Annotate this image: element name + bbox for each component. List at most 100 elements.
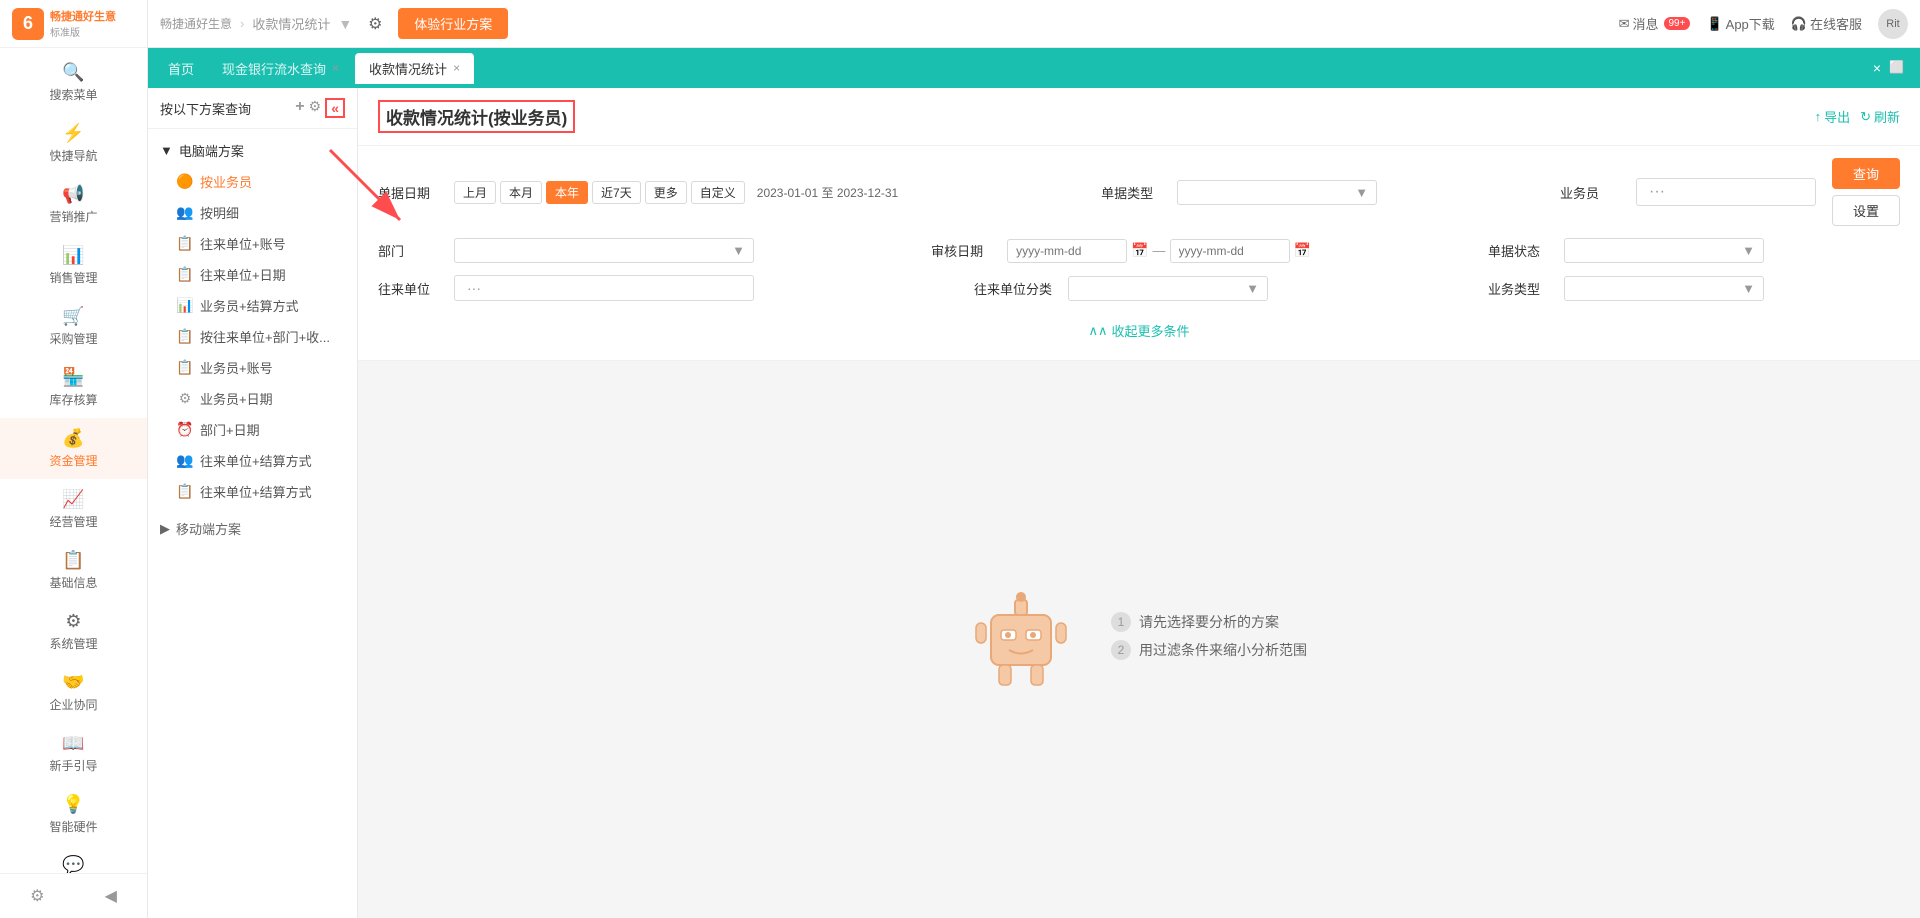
scheme-item-unit-settlement1[interactable]: 👥 往来单位+结算方式 (148, 445, 357, 476)
salesperson-more-icon[interactable]: ··· (1649, 183, 1665, 201)
settings-footer-btn[interactable]: ⚙ (30, 886, 44, 906)
topbar-icons: ✉ 消息 99+ 📱 App下载 🎧 在线客服 Rit (1619, 9, 1908, 39)
basic-info-icon: 📋 (62, 550, 84, 571)
biz-type-arrow: ▼ (1742, 281, 1755, 296)
dept-select[interactable]: ▼ (454, 238, 754, 263)
filter-row-3: 往来单位 ··· 往来单位分类 ▼ 业务类型 (378, 275, 1900, 301)
sidebar-item-quick-nav[interactable]: ⚡ 快捷导航 (0, 113, 147, 174)
enterprise-icon: 🤝 (62, 672, 84, 693)
sidebar-item-sales[interactable]: 📊 销售管理 (0, 235, 147, 296)
message-btn[interactable]: ✉ 消息 99+ (1619, 14, 1691, 33)
sidebar-item-purchase[interactable]: 🛒 采购管理 (0, 296, 147, 357)
scheme-item-salesperson-date[interactable]: ⚙ 业务员+日期 (148, 383, 357, 414)
user-avatar[interactable]: Rit (1878, 9, 1908, 39)
collapse-filter-btn[interactable]: ∧∧ 收起更多条件 (378, 313, 1900, 348)
tab-collection-close[interactable]: × (453, 61, 460, 75)
biz-type-label: 业务类型 (1488, 279, 1548, 298)
sidebar-item-wechat[interactable]: 💬 企业微信 (0, 845, 147, 873)
date-btn-last-month[interactable]: 上月 (454, 181, 496, 204)
calendar-icon-to: 📅 (1294, 242, 1311, 259)
window-max-btn[interactable]: ⬜ (1889, 60, 1904, 76)
sidebar-item-system[interactable]: ⚙ 系统管理 (0, 601, 147, 662)
scheme-unit-date-icon: 📋 (176, 266, 194, 283)
online-service-btn[interactable]: 🎧 在线客服 (1791, 14, 1862, 33)
service-icon: 🎧 (1791, 16, 1807, 32)
filter-row-1: 单据日期 上月 本月 本年 近7天 更多 自定义 2023-01-01 至 20… (378, 158, 1900, 226)
sidebar-item-guide[interactable]: 📖 新手引导 (0, 723, 147, 784)
scheme-add-btn[interactable]: + (295, 98, 304, 118)
salesperson-select[interactable]: ··· (1636, 178, 1816, 206)
message-icon: ✉ (1619, 16, 1630, 32)
page-header-actions: ↑ 导出 ↻ 刷新 (1815, 107, 1900, 126)
sidebar-item-enterprise[interactable]: 🤝 企业协同 (0, 662, 147, 723)
scheme-mobile-group[interactable]: ▶ 移动端方案 (148, 513, 357, 544)
sidebar-item-operation[interactable]: 📈 经营管理 (0, 479, 147, 540)
operation-icon: 📈 (62, 489, 84, 510)
breadcrumb: 畅捷通好生意 (160, 15, 232, 32)
sidebar-item-marketing[interactable]: 📢 营销推广 (0, 174, 147, 235)
logo-icon: 6 (12, 8, 44, 40)
sidebar-item-basic-info[interactable]: 📋 基础信息 (0, 540, 147, 601)
window-close-btn[interactable]: × (1873, 60, 1881, 76)
review-date-label: 审核日期 (931, 241, 991, 260)
scheme-desktop-title[interactable]: ▼ 电脑端方案 (148, 135, 357, 166)
tab-bank-flow[interactable]: 现金银行流水查询 × (208, 53, 353, 84)
counter-party-more[interactable]: ··· (467, 280, 481, 296)
doc-status-label: 单据状态 (1488, 241, 1548, 260)
biz-type-select[interactable]: ▼ (1564, 276, 1764, 301)
scheme-item-unit-date[interactable]: 📋 往来单位+日期 (148, 259, 357, 290)
scheme-unit-settlement1-icon: 👥 (176, 452, 194, 469)
breadcrumb-dropdown[interactable]: ▼ (338, 16, 352, 32)
scheme-settings-btn[interactable]: ⚙ (309, 98, 322, 118)
tab-bank-flow-close[interactable]: × (332, 61, 339, 75)
robot-illustration (971, 585, 1071, 695)
counter-party-type-select[interactable]: ▼ (1068, 276, 1268, 301)
date-btn-more[interactable]: 更多 (645, 181, 687, 204)
purchase-icon: 🛒 (62, 306, 84, 327)
review-date-to[interactable] (1170, 239, 1290, 263)
content-area: 按以下方案查询 + ⚙ « ▼ 电脑端方案 🟠 按业务员 (148, 88, 1920, 918)
collapse-sidebar-btn[interactable]: ◀ (105, 886, 117, 906)
doc-status-select[interactable]: ▼ (1564, 238, 1764, 263)
scheme-item-salesperson[interactable]: 🟠 按业务员 (148, 166, 357, 197)
sidebar-item-hardware[interactable]: 💡 智能硬件 (0, 784, 147, 845)
scheme-collapse-btn[interactable]: « (325, 98, 345, 118)
doc-status-arrow: ▼ (1742, 243, 1755, 258)
scheme-item-salesperson-settlement[interactable]: 📊 业务员+结算方式 (148, 290, 357, 321)
sidebar-item-search[interactable]: 🔍 搜索菜单 (0, 52, 147, 113)
app-download-btn[interactable]: 📱 App下载 (1706, 14, 1774, 33)
review-date-from[interactable] (1007, 239, 1127, 263)
scheme-detail-icon: 👥 (176, 204, 194, 221)
settings-button[interactable]: 设置 (1832, 195, 1900, 226)
doc-type-select[interactable]: ▼ (1177, 180, 1377, 205)
scheme-item-detail[interactable]: 👥 按明细 (148, 197, 357, 228)
date-btn-custom[interactable]: 自定义 (691, 181, 745, 204)
refresh-btn[interactable]: ↻ 刷新 (1860, 107, 1900, 126)
tab-home[interactable]: 首页 (156, 53, 206, 84)
salesperson-label: 业务员 (1560, 183, 1620, 202)
logo-text: 畅捷通好生意 标准版 (50, 8, 116, 39)
date-btn-7days[interactable]: 近7天 (592, 181, 641, 204)
date-btn-this-month[interactable]: 本月 (500, 181, 542, 204)
sidebar-item-inventory[interactable]: 🏪 库存核算 (0, 357, 147, 418)
scheme-item-dept-date[interactable]: ⏰ 部门+日期 (148, 414, 357, 445)
export-btn[interactable]: ↑ 导出 (1815, 107, 1851, 126)
scheme-salesperson-account-icon: 📋 (176, 359, 194, 376)
scheme-unit-account-icon: 📋 (176, 235, 194, 252)
sidebar-item-finance[interactable]: 💰 资金管理 (0, 418, 147, 479)
scheme-item-unit-settlement2[interactable]: 📋 往来单位+结算方式 (148, 476, 357, 507)
scheme-item-unit-account[interactable]: 📋 往来单位+账号 (148, 228, 357, 259)
scheme-item-salesperson-account[interactable]: 📋 业务员+账号 (148, 352, 357, 383)
date-btn-this-year[interactable]: 本年 (546, 181, 588, 204)
tab-collection[interactable]: 收款情况统计 × (355, 53, 474, 84)
counter-party-type-label: 往来单位分类 (974, 279, 1052, 298)
trial-btn[interactable]: 体验行业方案 (398, 8, 508, 39)
page-wrapper: 收款情况统计(按业务员) ↑ 导出 ↻ 刷新 (358, 88, 1920, 918)
query-button[interactable]: 查询 (1832, 158, 1900, 189)
collapse-up-icon: ∧∧ (1088, 323, 1107, 339)
counter-party-select[interactable]: ··· (454, 275, 754, 301)
gear-btn[interactable]: ⚙ (360, 9, 390, 39)
system-icon: ⚙ (65, 611, 81, 632)
scheme-panel: 按以下方案查询 + ⚙ « ▼ 电脑端方案 🟠 按业务员 (148, 88, 358, 918)
scheme-item-unit-dept[interactable]: 📋 按往来单位+部门+收... (148, 321, 357, 352)
